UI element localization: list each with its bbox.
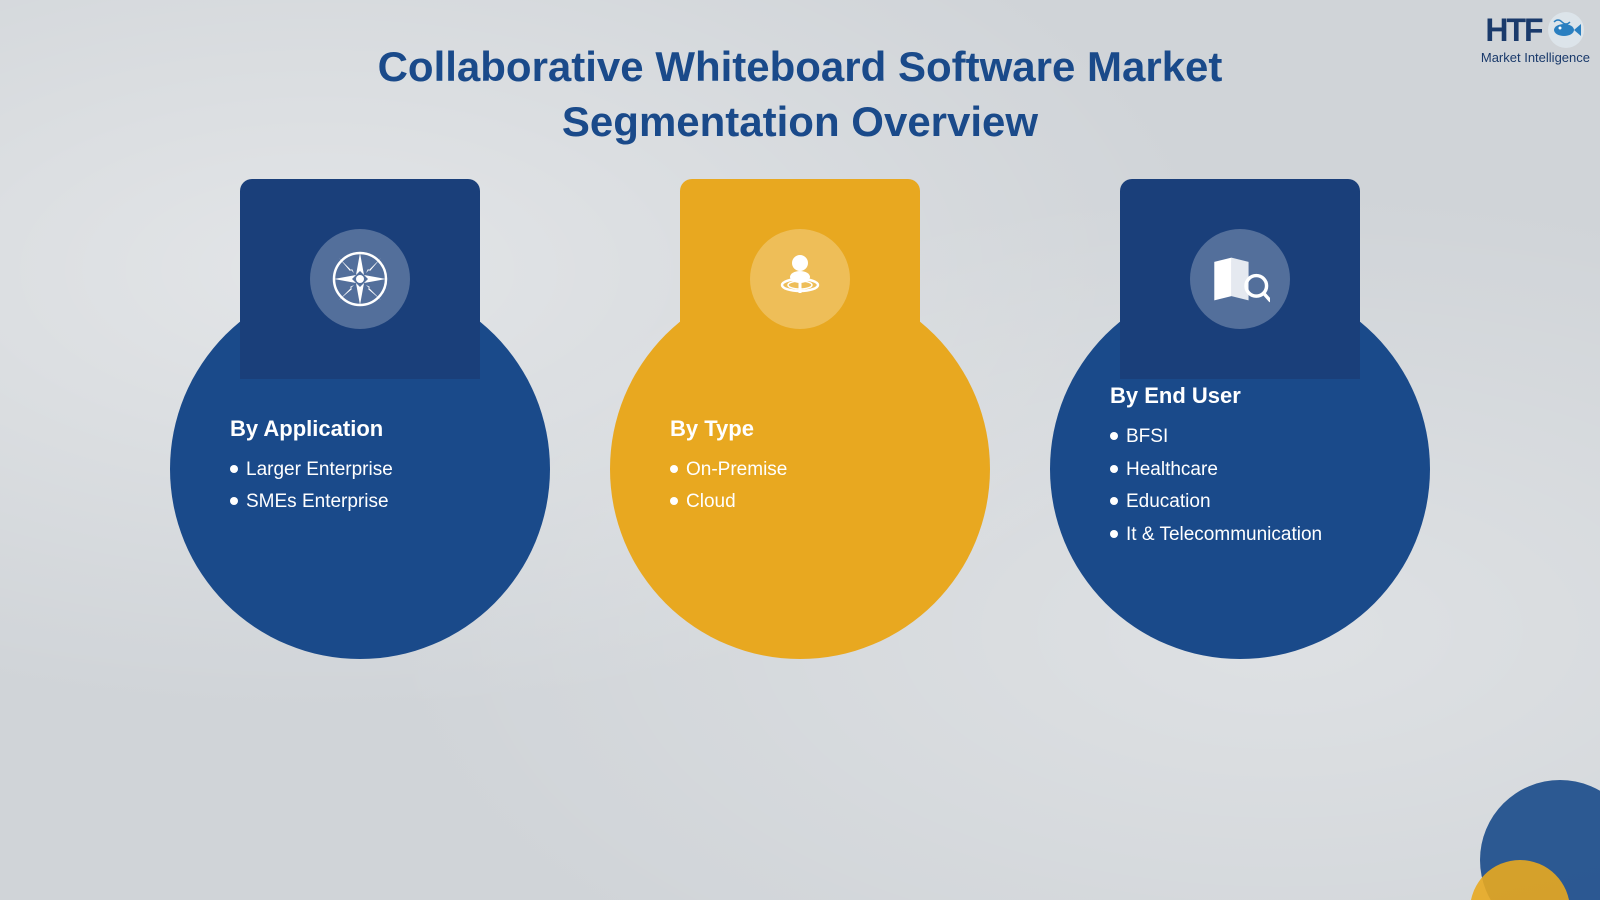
bullet-icon xyxy=(1110,497,1118,505)
list-item: SMEs Enterprise xyxy=(230,490,393,515)
list-item: Cloud xyxy=(670,490,787,515)
htf-text: HTF xyxy=(1485,12,1541,49)
list-item: Healthcare xyxy=(1110,458,1322,483)
person-location-icon xyxy=(770,249,830,309)
type-title: By Type xyxy=(670,416,754,442)
bullet-icon xyxy=(230,497,238,505)
compass-icon xyxy=(330,249,390,309)
end-user-icon-bg xyxy=(1190,229,1290,329)
logo-subtitle: Market Intelligence xyxy=(1481,50,1590,65)
application-list: Larger Enterprise SMEs Enterprise xyxy=(230,458,393,523)
list-item: It & Telecommunication xyxy=(1110,523,1322,548)
segments-container: By Application Larger Enterprise SMEs En… xyxy=(0,149,1600,659)
map-search-icon xyxy=(1210,249,1270,309)
fish-icon xyxy=(1546,10,1586,50)
application-title: By Application xyxy=(230,416,383,442)
application-rect xyxy=(240,179,480,379)
bullet-icon xyxy=(230,465,238,473)
application-segment: By Application Larger Enterprise SMEs En… xyxy=(170,179,550,659)
end-user-rect xyxy=(1120,179,1360,379)
bottom-decoration xyxy=(1450,750,1600,900)
type-list: On-Premise Cloud xyxy=(670,458,787,523)
end-user-title: By End User xyxy=(1110,383,1241,409)
title-section: Collaborative Whiteboard Software Market… xyxy=(0,0,1600,149)
type-rect xyxy=(680,179,920,379)
end-user-list: BFSI Healthcare Education It & Telecommu… xyxy=(1110,425,1322,556)
bullet-icon xyxy=(1110,530,1118,538)
list-item: On-Premise xyxy=(670,458,787,483)
type-icon-bg xyxy=(750,229,850,329)
bullet-icon xyxy=(1110,432,1118,440)
bullet-icon xyxy=(1110,465,1118,473)
page-title: Collaborative Whiteboard Software Market… xyxy=(0,40,1600,149)
list-item: Larger Enterprise xyxy=(230,458,393,483)
type-segment: By Type On-Premise Cloud xyxy=(610,179,990,659)
bullet-icon xyxy=(670,497,678,505)
application-icon-bg xyxy=(310,229,410,329)
list-item: BFSI xyxy=(1110,425,1322,450)
end-user-segment: By End User BFSI Healthcare Education It… xyxy=(1050,179,1430,659)
htf-logo: HTF Market Intelligence xyxy=(1481,10,1590,65)
list-item: Education xyxy=(1110,490,1322,515)
bullet-icon xyxy=(670,465,678,473)
